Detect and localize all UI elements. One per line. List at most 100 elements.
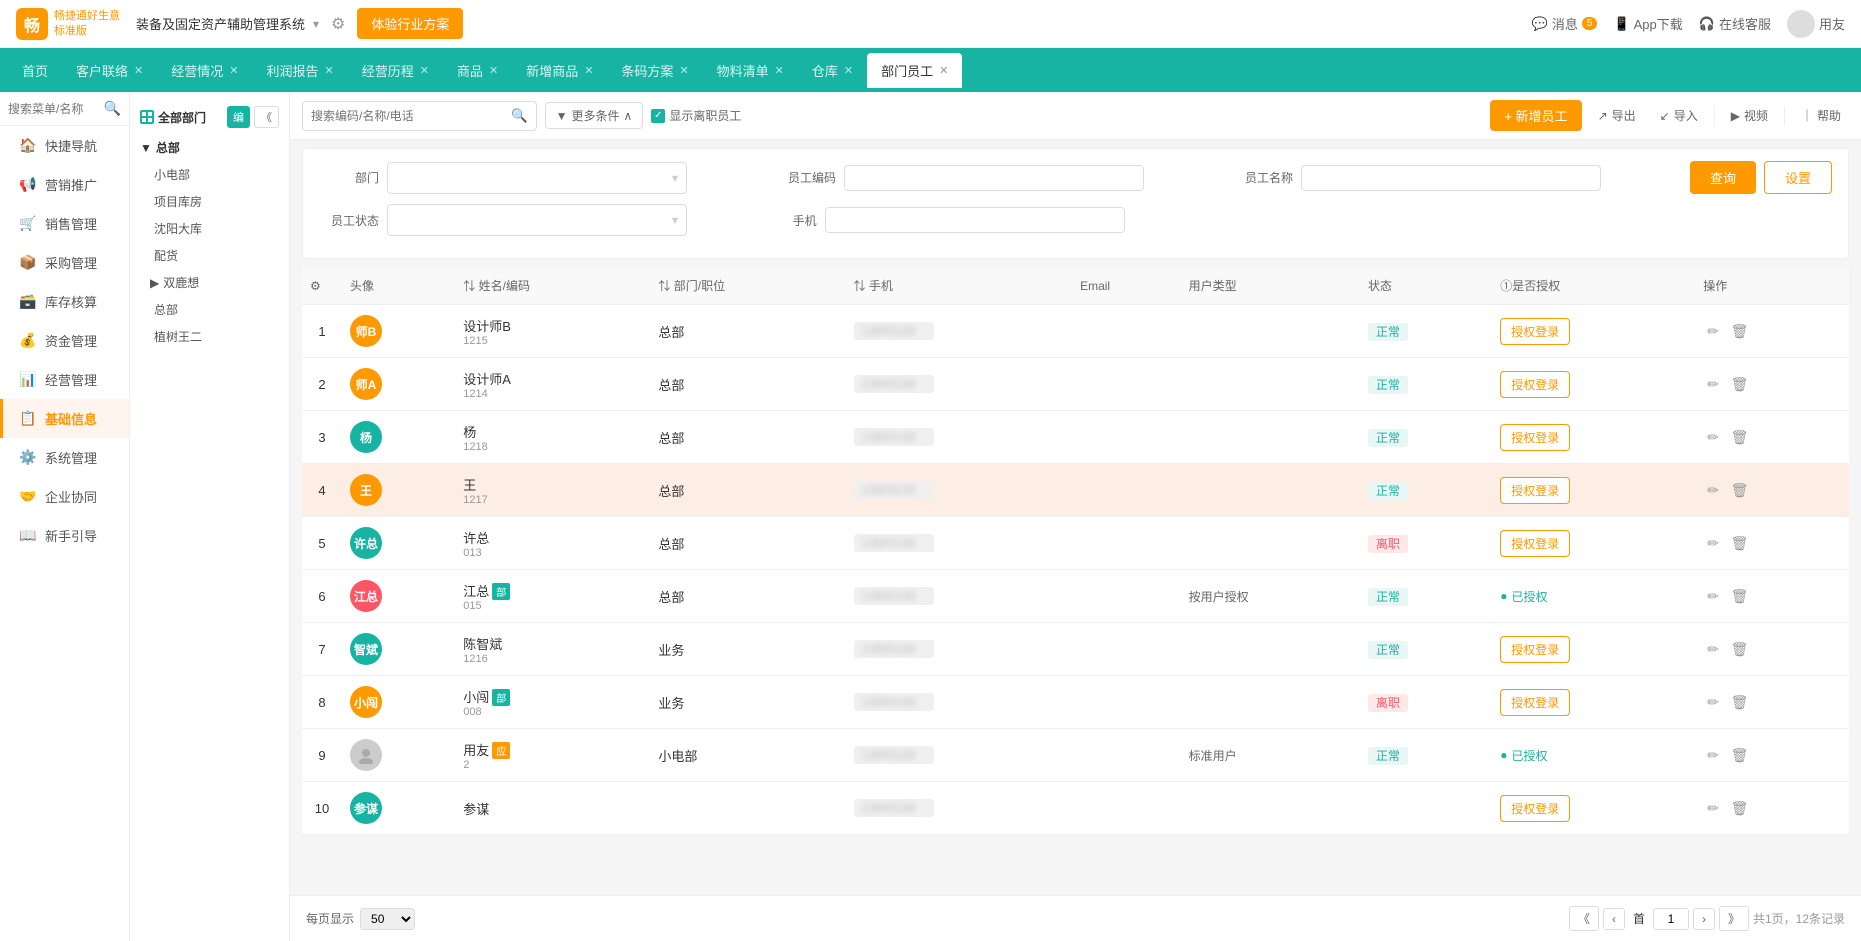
all-departments[interactable]: 全部部门 bbox=[140, 109, 206, 126]
dept-node-peihuo[interactable]: 配货 bbox=[130, 242, 289, 269]
delete-button[interactable]: 🗑 bbox=[1727, 745, 1753, 766]
sidebar-item-basic-info[interactable]: 📋 基础信息 bbox=[0, 399, 129, 438]
delete-button[interactable]: 🗑 bbox=[1727, 692, 1753, 713]
tab-close-icon[interactable]: ✕ bbox=[584, 64, 593, 77]
delete-button[interactable]: 🗑 bbox=[1727, 586, 1753, 607]
sort-icon[interactable]: ⇅ bbox=[463, 279, 475, 293]
auth-button[interactable]: 授权登录 bbox=[1500, 689, 1570, 716]
edit-button[interactable]: ✏ bbox=[1703, 321, 1723, 342]
auth-button[interactable]: 授权登录 bbox=[1500, 424, 1570, 451]
phone-input[interactable] bbox=[825, 207, 1125, 233]
nav-tab-仓库[interactable]: 仓库✕ bbox=[798, 53, 867, 88]
online-service-btn[interactable]: 🎧 在线客服 bbox=[1699, 14, 1771, 33]
page-prev-button[interactable]: ‹ bbox=[1603, 908, 1625, 930]
nav-tab-利润报告[interactable]: 利润报告✕ bbox=[252, 53, 347, 88]
app-download-btn[interactable]: 📱 App下载 bbox=[1613, 14, 1682, 33]
dept-node-zongbu[interactable]: ▼ 总部 bbox=[130, 134, 289, 161]
export-button[interactable]: ↗ 导出 bbox=[1590, 103, 1644, 128]
edit-button[interactable]: ✏ bbox=[1703, 480, 1723, 501]
tab-close-icon[interactable]: ✕ bbox=[134, 64, 143, 77]
dept-node-zongbu2[interactable]: 总部 bbox=[130, 296, 289, 323]
sort-icon-dept[interactable]: ⇅ bbox=[658, 279, 670, 293]
search-input[interactable] bbox=[8, 102, 104, 116]
auth-button[interactable]: 授权登录 bbox=[1500, 318, 1570, 345]
delete-button[interactable]: 🗑 bbox=[1727, 533, 1753, 554]
edit-button[interactable]: ✏ bbox=[1703, 374, 1723, 395]
sidebar-item-finance[interactable]: 💰 资金管理 bbox=[0, 321, 129, 360]
edit-button[interactable]: ✏ bbox=[1703, 692, 1723, 713]
delete-button[interactable]: 🗑 bbox=[1727, 480, 1753, 501]
dept-add-button[interactable]: 编 bbox=[227, 106, 250, 128]
delete-button[interactable]: 🗑 bbox=[1727, 639, 1753, 660]
nav-tab-条码方案[interactable]: 条码方案✕ bbox=[607, 53, 702, 88]
nav-tab-客户联络[interactable]: 客户联络✕ bbox=[62, 53, 157, 88]
page-size-select[interactable]: 50 100 200 bbox=[360, 908, 415, 930]
system-dropdown-arrow[interactable]: ▾ bbox=[313, 17, 319, 31]
tab-close-icon[interactable]: ✕ bbox=[325, 64, 334, 77]
emp-status-select[interactable]: ▾ bbox=[387, 204, 687, 236]
reset-button[interactable]: 设置 bbox=[1764, 161, 1832, 194]
sidebar-item-sales[interactable]: 🛒 销售管理 bbox=[0, 204, 129, 243]
edit-button[interactable]: ✏ bbox=[1703, 745, 1723, 766]
sidebar-item-guide[interactable]: 📖 新手引导 bbox=[0, 516, 129, 555]
sidebar-item-quick-nav[interactable]: 🏠 快捷导航 bbox=[0, 126, 129, 165]
edit-button[interactable]: ✏ bbox=[1703, 586, 1723, 607]
nav-tab-经营情况[interactable]: 经营情况✕ bbox=[157, 53, 252, 88]
sidebar-item-inventory[interactable]: 🗃️ 库存核算 bbox=[0, 282, 129, 321]
settings-col-icon[interactable]: ⚙ bbox=[310, 279, 321, 293]
edit-button[interactable]: ✏ bbox=[1703, 639, 1723, 660]
tab-close-icon[interactable]: ✕ bbox=[679, 64, 688, 77]
message-btn[interactable]: 💬 消息 5 bbox=[1532, 14, 1598, 33]
dept-select[interactable]: ▾ bbox=[387, 162, 687, 194]
trial-button[interactable]: 体验行业方案 bbox=[357, 8, 463, 39]
nav-tab-物料清单[interactable]: 物料清单✕ bbox=[703, 53, 798, 88]
nav-tab-首页[interactable]: 首页 bbox=[8, 53, 62, 88]
show-resign-toggle[interactable]: ✓ 显示离职员工 bbox=[651, 107, 741, 124]
delete-button[interactable]: 🗑 bbox=[1727, 321, 1753, 342]
sidebar-item-system[interactable]: ⚙️ 系统管理 bbox=[0, 438, 129, 477]
query-button[interactable]: 查询 bbox=[1690, 161, 1756, 194]
edit-button[interactable]: ✏ bbox=[1703, 427, 1723, 448]
add-employee-button[interactable]: + 新增员工 bbox=[1490, 100, 1581, 131]
more-conditions-button[interactable]: ▼ 更多条件 ∧ bbox=[545, 102, 644, 129]
nav-tab-新增商品[interactable]: 新增商品✕ bbox=[512, 53, 607, 88]
auth-button[interactable]: 授权登录 bbox=[1500, 795, 1570, 822]
sidebar-item-cooperation[interactable]: 🤝 企业协同 bbox=[0, 477, 129, 516]
nav-tab-经营历程[interactable]: 经营历程✕ bbox=[348, 53, 443, 88]
tab-close-icon[interactable]: ✕ bbox=[489, 64, 498, 77]
delete-button[interactable]: 🗑 bbox=[1727, 374, 1753, 395]
sidebar-item-purchase[interactable]: 📦 采购管理 bbox=[0, 243, 129, 282]
view-button[interactable]: ▶ 视频 bbox=[1723, 103, 1776, 128]
dept-node-xiangmu[interactable]: 项目库房 bbox=[130, 188, 289, 215]
nav-tab-商品[interactable]: 商品✕ bbox=[443, 53, 512, 88]
auth-button[interactable]: 授权登录 bbox=[1500, 530, 1570, 557]
delete-button[interactable]: 🗑 bbox=[1727, 798, 1753, 819]
dept-collapse-button[interactable]: 《 bbox=[254, 106, 279, 128]
delete-button[interactable]: 🗑 bbox=[1727, 427, 1753, 448]
emp-name-input[interactable] bbox=[1301, 165, 1601, 191]
dept-node-shuanglu[interactable]: ▶ 双鹿想 bbox=[130, 269, 289, 296]
dept-node-zhangwang[interactable]: 植树王二 bbox=[130, 323, 289, 350]
dept-node-shenyang[interactable]: 沈阳大库 bbox=[130, 215, 289, 242]
user-area[interactable]: 用友 bbox=[1787, 10, 1845, 38]
page-first-button[interactable]: 《 bbox=[1569, 906, 1599, 931]
edit-button[interactable]: ✏ bbox=[1703, 533, 1723, 554]
auth-button[interactable]: 授权登录 bbox=[1500, 477, 1570, 504]
page-next-button[interactable]: › bbox=[1693, 908, 1715, 930]
import-button[interactable]: ↙ 导入 bbox=[1652, 103, 1706, 128]
auth-button[interactable]: 授权登录 bbox=[1500, 371, 1570, 398]
tab-close-icon[interactable]: ✕ bbox=[420, 64, 429, 77]
emp-code-input[interactable] bbox=[844, 165, 1144, 191]
help-button[interactable]: ｜ 帮助 bbox=[1793, 103, 1849, 128]
edit-button[interactable]: ✏ bbox=[1703, 798, 1723, 819]
sidebar-item-marketing[interactable]: 📢 营销推广 bbox=[0, 165, 129, 204]
emp-search-button[interactable]: 🔍 bbox=[503, 108, 536, 124]
sidebar-item-operations[interactable]: 📊 经营管理 bbox=[0, 360, 129, 399]
emp-search-input[interactable] bbox=[303, 109, 503, 123]
auth-button[interactable]: 授权登录 bbox=[1500, 636, 1570, 663]
tab-close-icon[interactable]: ✕ bbox=[844, 64, 853, 77]
tab-close-icon[interactable]: ✕ bbox=[775, 64, 784, 77]
dept-node-xiao-dian[interactable]: 小电部 bbox=[130, 161, 289, 188]
page-number-input[interactable] bbox=[1653, 908, 1689, 930]
tab-close-icon[interactable]: ✕ bbox=[939, 64, 948, 77]
